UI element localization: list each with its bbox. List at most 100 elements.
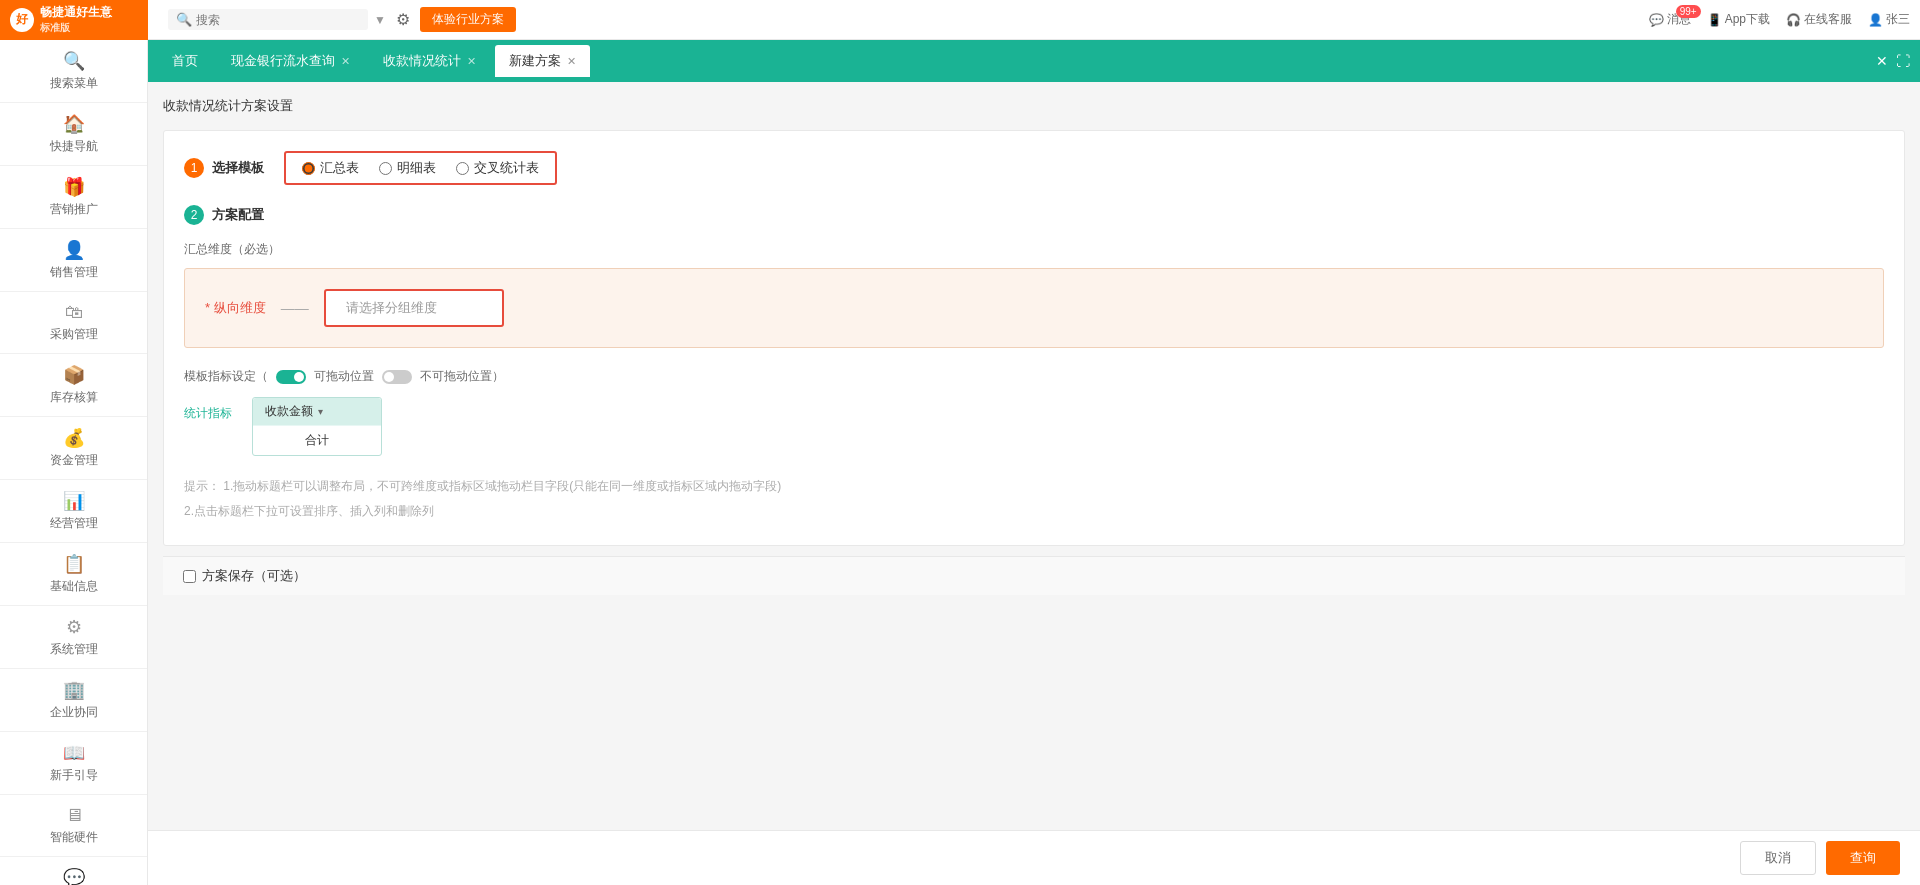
sidebar-item-wechat[interactable]: 💬 企业微信 [0, 857, 147, 885]
template-radio-group: 汇总表 明细表 交叉统计表 [284, 151, 557, 185]
tab-home[interactable]: 首页 [158, 45, 212, 77]
sidebar-item-search[interactable]: 🔍 搜索菜单 [0, 40, 147, 103]
radio-summary[interactable]: 汇总表 [302, 159, 359, 177]
brand-logo: 好 畅捷通好生意 标准版 [0, 0, 148, 40]
notifications-link[interactable]: 💬 消息 99+ [1649, 11, 1691, 28]
user-info[interactable]: 👤 张三 [1868, 11, 1910, 28]
movable-toggle[interactable] [276, 370, 306, 384]
sidebar-item-purchase[interactable]: 🛍 采购管理 [0, 292, 147, 354]
sidebar-item-guide[interactable]: 📖 新手引导 [0, 732, 147, 795]
sidebar-item-label-search: 搜索菜单 [50, 75, 98, 92]
unmovable-toggle[interactable] [382, 370, 412, 384]
tab-new-plan-label: 新建方案 [509, 52, 561, 70]
sidebar-item-label-marketing: 营销推广 [50, 201, 98, 218]
sidebar-item-label-finance: 资金管理 [50, 452, 98, 469]
tab-cash-bank-close[interactable]: ✕ [341, 55, 350, 68]
vertical-dim-label: * 纵向维度 [205, 299, 266, 317]
service-label: 在线客服 [1804, 11, 1852, 28]
tab-cash-bank[interactable]: 现金银行流水查询 ✕ [217, 45, 364, 77]
movable-label: 可拖动位置 [314, 368, 374, 385]
enterprise-icon: 🏢 [63, 679, 85, 701]
radio-detail-input[interactable] [379, 162, 392, 175]
tab-new-plan-close[interactable]: ✕ [567, 55, 576, 68]
save-plan-checkbox-label[interactable]: 方案保存（可选） [183, 567, 306, 585]
chevron-down-icon[interactable]: ▾ [318, 406, 323, 417]
sidebar-item-hardware[interactable]: 🖥 智能硬件 [0, 795, 147, 857]
search-dropdown-icon[interactable]: ▼ [374, 13, 386, 27]
sidebar-item-system[interactable]: ⚙ 系统管理 [0, 606, 147, 669]
query-button[interactable]: 查询 [1826, 841, 1900, 875]
sidebar-item-finance[interactable]: 💰 资金管理 [0, 417, 147, 480]
tab-cash-bank-label: 现金银行流水查询 [231, 52, 335, 70]
search-icon: 🔍 [176, 12, 192, 27]
step1-num: 1 [184, 158, 204, 178]
radio-cross-label: 交叉统计表 [474, 159, 539, 177]
inventory-icon: 📦 [63, 364, 85, 386]
home-icon: 🏠 [63, 113, 85, 135]
save-plan-checkbox[interactable] [183, 570, 196, 583]
sidebar-item-label-guide: 新手引导 [50, 767, 98, 784]
sidebar-item-marketing[interactable]: 🎁 营销推广 [0, 166, 147, 229]
radio-summary-input[interactable] [302, 162, 315, 175]
sidebar-item-basic-info[interactable]: 📋 基础信息 [0, 543, 147, 606]
radio-cross-input[interactable] [456, 162, 469, 175]
dimension-select[interactable]: 请选择分组维度 [324, 289, 504, 327]
sidebar-item-inventory[interactable]: 📦 库存核算 [0, 354, 147, 417]
app-download-link[interactable]: 📱 App下载 [1707, 11, 1770, 28]
sidebar-item-label-hardware: 智能硬件 [50, 829, 98, 846]
col-header-label: 收款金额 [265, 403, 313, 420]
dimension-row: * 纵向维度 —— 请选择分组维度 [205, 289, 1863, 327]
brand-name: 畅捷通好生意 [40, 4, 112, 21]
gear-icon[interactable]: ⚙ [396, 10, 410, 29]
tips-section: 提示： 1.拖动标题栏可以调整布局，不可跨维度或指标区域拖动栏目字段(只能在同一… [184, 476, 1884, 522]
tab-receipt-stats[interactable]: 收款情况统计 ✕ [369, 45, 490, 77]
metric-section: 模板指标设定（ 可拖动位置 不可拖动位置） 统计指标 [184, 368, 1884, 456]
tab-expand-icon[interactable]: ⛶ [1896, 53, 1910, 69]
metric-table-header: 收款金额 ▾ [253, 398, 381, 425]
trial-button[interactable]: 体验行业方案 [420, 7, 516, 32]
brand-icon: 好 [10, 8, 34, 32]
tab-bar: 首页 现金银行流水查询 ✕ 收款情况统计 ✕ 新建方案 ✕ ✕ ⛶ [148, 40, 1920, 82]
sales-icon: 👤 [63, 239, 85, 261]
step1-label: 选择模板 [212, 159, 264, 177]
step2-header: 2 方案配置 [184, 205, 1884, 225]
step2-label: 方案配置 [212, 206, 264, 224]
sidebar-item-label-enterprise: 企业协同 [50, 704, 98, 721]
tab-receipt-stats-close[interactable]: ✕ [467, 55, 476, 68]
sidebar-item-sales[interactable]: 👤 销售管理 [0, 229, 147, 292]
sidebar-item-label-operations: 经营管理 [50, 515, 98, 532]
cancel-button[interactable]: 取消 [1740, 841, 1816, 875]
radio-cross[interactable]: 交叉统计表 [456, 159, 539, 177]
step2-num: 2 [184, 205, 204, 225]
message-icon: 💬 [1649, 13, 1664, 27]
download-icon: 📱 [1707, 13, 1722, 27]
arrow-icon: —— [281, 300, 309, 316]
customer-service-link[interactable]: 🎧 在线客服 [1786, 11, 1852, 28]
dimension-title: 汇总维度（必选） [184, 241, 1884, 258]
download-label: App下载 [1725, 11, 1770, 28]
sidebar-item-operations[interactable]: 📊 经营管理 [0, 480, 147, 543]
sidebar-item-label-basic-info: 基础信息 [50, 578, 98, 595]
purchase-icon: 🛍 [65, 302, 83, 323]
tab-home-label: 首页 [172, 52, 198, 70]
metric-setting-label-prefix: 模板指标设定（ [184, 368, 268, 385]
user-name: 张三 [1886, 11, 1910, 28]
dimension-area: * 纵向维度 —— 请选择分组维度 [184, 268, 1884, 348]
page-title: 收款情况统计方案设置 [163, 97, 1905, 115]
search-input[interactable] [196, 13, 356, 27]
sidebar-item-label-sales: 销售管理 [50, 264, 98, 281]
sidebar-item-enterprise[interactable]: 🏢 企业协同 [0, 669, 147, 732]
sidebar-item-quick-nav[interactable]: 🏠 快捷导航 [0, 103, 147, 166]
user-icon: 👤 [1868, 13, 1883, 27]
tab-new-plan[interactable]: 新建方案 ✕ [495, 45, 590, 77]
page-footer: 方案保存（可选） [163, 556, 1905, 595]
basic-info-icon: 📋 [63, 553, 85, 575]
sidebar-item-label-quick-nav: 快捷导航 [50, 138, 98, 155]
operations-icon: 📊 [63, 490, 85, 512]
header-search-box[interactable]: 🔍 [168, 9, 368, 30]
wechat-icon: 💬 [63, 867, 85, 885]
radio-summary-label: 汇总表 [320, 159, 359, 177]
radio-detail[interactable]: 明细表 [379, 159, 436, 177]
stat-label: 统计指标 [184, 397, 232, 422]
tab-close-all-icon[interactable]: ✕ [1876, 53, 1888, 69]
